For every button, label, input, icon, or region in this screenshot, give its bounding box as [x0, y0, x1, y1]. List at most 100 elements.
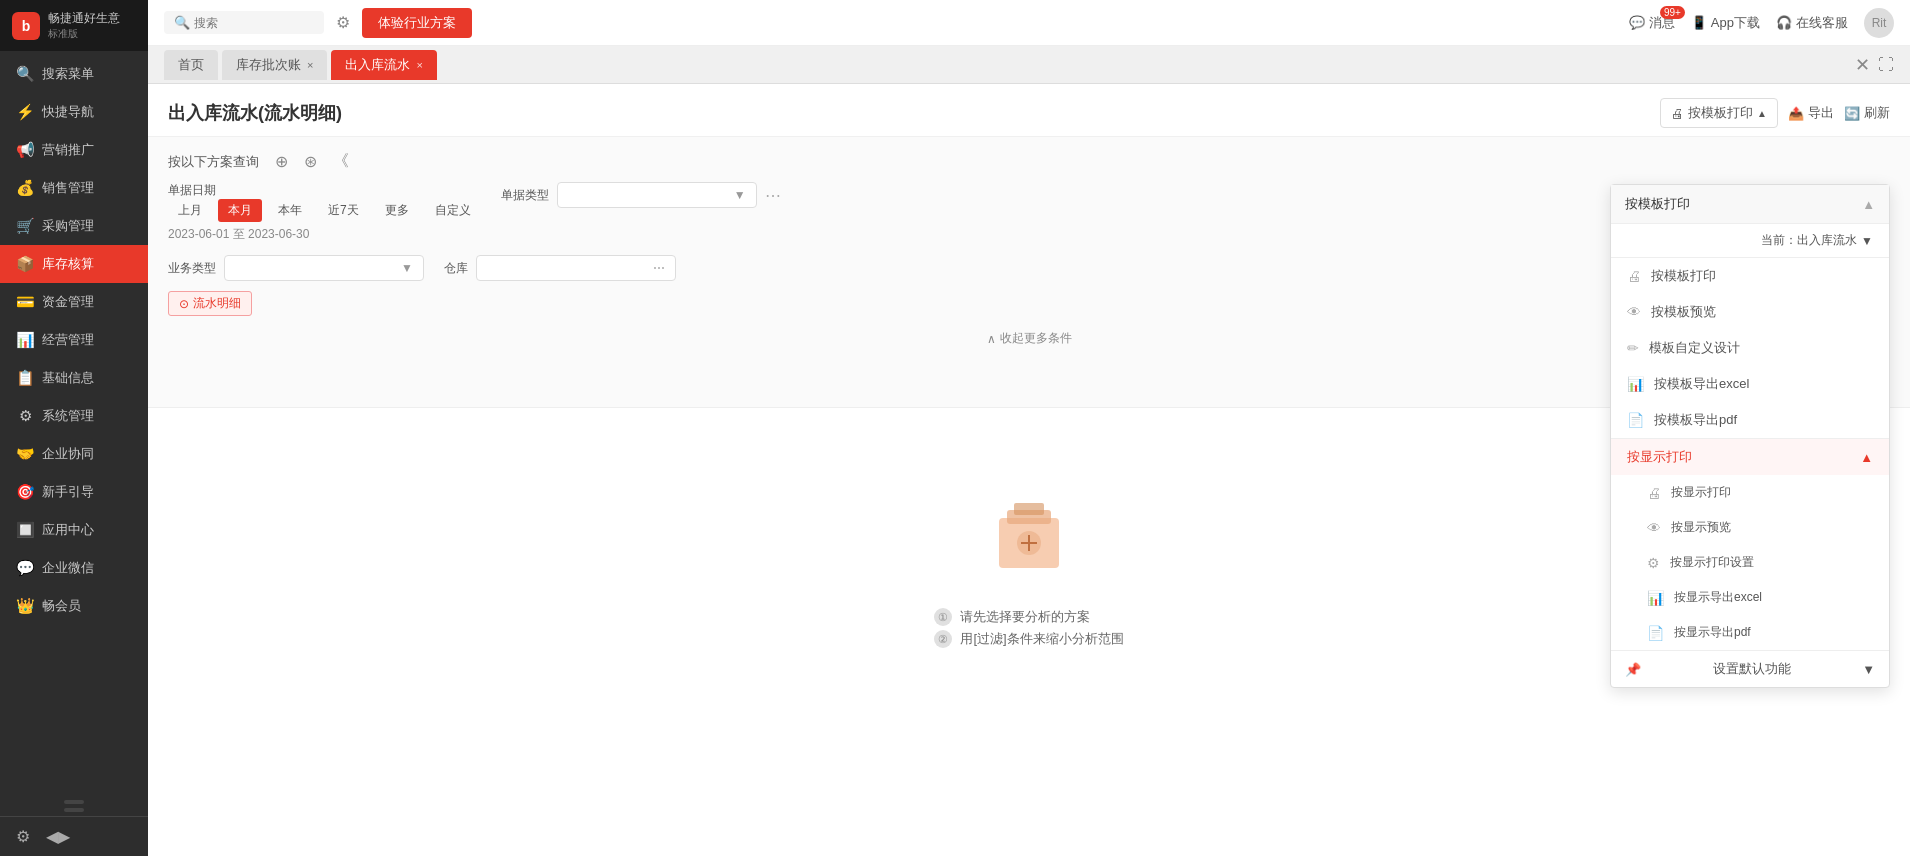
- preview-icon-2: 👁: [1647, 520, 1661, 536]
- date-presets: 上月 本月 本年 近7天 更多 自定义: [168, 199, 481, 222]
- doc-type-select[interactable]: ▼: [557, 182, 757, 208]
- business-type-section: 业务类型 ▼: [168, 255, 424, 281]
- tab-inventory-flow[interactable]: 出入库流水 ×: [331, 50, 436, 80]
- gear-icon[interactable]: ⚙: [336, 13, 350, 32]
- date-preset-more[interactable]: 更多: [375, 199, 419, 222]
- warehouse-label: 仓库: [444, 260, 468, 277]
- print-icon: 🖨: [1671, 106, 1684, 121]
- warehouse-more-icon: ⋯: [653, 261, 665, 275]
- message-badge: 99+: [1660, 6, 1685, 19]
- dropdown-display-print[interactable]: 🖨 按显示打印: [1611, 475, 1889, 510]
- dropdown-template-custom[interactable]: ✏ 模板自定义设计: [1611, 330, 1889, 366]
- app-center-icon: 🔲: [16, 521, 34, 539]
- dropdown-chevron-up[interactable]: ▲: [1862, 197, 1875, 212]
- design-icon: ✏: [1627, 340, 1639, 356]
- tab-inventory-batch[interactable]: 库存批次账 ×: [222, 50, 327, 80]
- settings-icon[interactable]: ⚙: [16, 827, 30, 846]
- dropdown-display-print-settings[interactable]: ⚙ 按显示打印设置: [1611, 545, 1889, 580]
- topbar: 🔍 ⚙ 体验行业方案 💬 消息 99+ 📱 App下载 🎧 在线客服 Rit: [148, 0, 1910, 46]
- display-section-chevron: ▲: [1860, 450, 1873, 465]
- phone-icon: 📱: [1691, 15, 1707, 30]
- sidebar-item-operation[interactable]: 📊 经营管理: [0, 321, 148, 359]
- sidebar-item-purchase[interactable]: 🛒 采购管理: [0, 207, 148, 245]
- page-title: 出入库流水(流水明细): [168, 101, 342, 125]
- dropdown-template-print[interactable]: 🖨 按模板打印: [1611, 258, 1889, 294]
- doc-type-section: 单据类型 ▼ ⋯: [501, 182, 781, 208]
- scroll-up[interactable]: [64, 800, 84, 804]
- tab-home[interactable]: 首页: [164, 50, 218, 80]
- trial-button[interactable]: 体验行业方案: [362, 8, 472, 38]
- sidebar-item-vip[interactable]: 👑 畅会员: [0, 587, 148, 625]
- sales-icon: 💰: [16, 179, 34, 197]
- section-chevron-icon: ▼: [1861, 234, 1873, 248]
- preview-icon-1: 👁: [1627, 304, 1641, 320]
- search-icon-topbar: 🔍: [174, 15, 190, 30]
- dropdown-display-export-pdf[interactable]: 📄 按显示导出pdf: [1611, 615, 1889, 650]
- sidebar-item-app-center[interactable]: 🔲 应用中心: [0, 511, 148, 549]
- user-avatar[interactable]: Rit: [1864, 8, 1894, 38]
- search-input[interactable]: [194, 16, 314, 30]
- date-preset-custom[interactable]: 自定义: [425, 199, 481, 222]
- empty-icon: [979, 488, 1079, 588]
- sidebar-item-guide[interactable]: 🎯 新手引导: [0, 473, 148, 511]
- sidebar-item-system[interactable]: ⚙ 系统管理: [0, 397, 148, 435]
- sidebar-nav: 🔍 搜索菜单 ⚡ 快捷导航 📢 营销推广 💰 销售管理 🛒 采购管理 📦 库存核…: [0, 51, 148, 796]
- message-btn[interactable]: 💬 消息 99+: [1629, 14, 1675, 32]
- sidebar-item-basic[interactable]: 📋 基础信息: [0, 359, 148, 397]
- add-filter-btn[interactable]: ⊕: [275, 152, 288, 171]
- empty-tips: ① 请先选择要分析的方案 ② 用[过滤]条件来缩小分析范围: [934, 604, 1123, 652]
- tab-close-inventory-flow[interactable]: ×: [416, 59, 422, 71]
- sidebar-item-wechat[interactable]: 💬 企业微信: [0, 549, 148, 587]
- filter-tag-water-detail[interactable]: ⊙ 流水明细: [168, 291, 252, 316]
- sidebar-item-sales[interactable]: 💰 销售管理: [0, 169, 148, 207]
- date-preset-last-month[interactable]: 上月: [168, 199, 212, 222]
- dropdown-display-preview[interactable]: 👁 按显示预览: [1611, 510, 1889, 545]
- filter-section-label: 按以下方案查询: [168, 153, 259, 171]
- refresh-button[interactable]: 🔄 刷新: [1844, 104, 1890, 122]
- tabs-actions: ✕ ⛶: [1855, 54, 1894, 76]
- sidebar-footer: ⚙ ◀▶: [0, 816, 148, 856]
- expand-tabs-icon[interactable]: ⛶: [1878, 56, 1894, 74]
- app-download-btn[interactable]: 📱 App下载: [1691, 14, 1760, 32]
- vip-icon: 👑: [16, 597, 34, 615]
- excel-icon-2: 📊: [1647, 590, 1664, 606]
- tab-close-inventory-batch[interactable]: ×: [307, 59, 313, 71]
- finance-icon: 💳: [16, 293, 34, 311]
- date-preset-this-month[interactable]: 本月: [218, 199, 262, 222]
- tip-num-2: ②: [934, 630, 952, 648]
- date-preset-7-days[interactable]: 近7天: [318, 199, 369, 222]
- sidebar-item-finance[interactable]: 💳 资金管理: [0, 283, 148, 321]
- topbar-search-box[interactable]: 🔍: [164, 11, 324, 34]
- date-preset-this-year[interactable]: 本年: [268, 199, 312, 222]
- page-header: 出入库流水(流水明细) 🖨 按模板打印 ▲ 📤 导出 🔄 刷新: [148, 84, 1910, 137]
- printer-icon-1: 🖨: [1627, 268, 1641, 284]
- warehouse-select[interactable]: ⋯: [476, 255, 676, 281]
- export-button[interactable]: 📤 导出: [1788, 104, 1834, 122]
- sidebar-item-quick-nav[interactable]: ⚡ 快捷导航: [0, 93, 148, 131]
- settings-filter-btn[interactable]: ⊛: [304, 152, 317, 171]
- date-range-display: 2023-06-01 至 2023-06-30: [168, 226, 481, 243]
- scroll-down[interactable]: [64, 808, 84, 812]
- print-template-button[interactable]: 🖨 按模板打印 ▲: [1660, 98, 1778, 128]
- dropdown-display-export-excel[interactable]: 📊 按显示导出excel: [1611, 580, 1889, 615]
- sidebar-item-cooperation[interactable]: 🤝 企业协同: [0, 435, 148, 473]
- doc-type-more-icon[interactable]: ⋯: [765, 186, 781, 205]
- sidebar-item-marketing[interactable]: 📢 营销推广: [0, 131, 148, 169]
- guide-icon: 🎯: [16, 483, 34, 501]
- dropdown-display-print-section[interactable]: 按显示打印 ▲: [1611, 439, 1889, 475]
- dropdown-set-default[interactable]: 📌 设置默认功能 ▼: [1611, 650, 1889, 687]
- dropdown-template-export-excel[interactable]: 📊 按模板导出excel: [1611, 366, 1889, 402]
- collapse-icon[interactable]: ◀▶: [46, 827, 70, 846]
- dropdown-template-preview[interactable]: 👁 按模板预览: [1611, 294, 1889, 330]
- sidebar-item-inventory[interactable]: 📦 库存核算: [0, 245, 148, 283]
- empty-tip-1: ① 请先选择要分析的方案: [934, 608, 1123, 626]
- business-type-select[interactable]: ▼: [224, 255, 424, 281]
- close-all-tabs-icon[interactable]: ✕: [1855, 54, 1870, 76]
- collapse-filter-btn[interactable]: 《: [333, 151, 349, 172]
- pdf-icon-2: 📄: [1647, 625, 1664, 641]
- sidebar-item-search[interactable]: 🔍 搜索菜单: [0, 55, 148, 93]
- topbar-right: 💬 消息 99+ 📱 App下载 🎧 在线客服 Rit: [1629, 8, 1894, 38]
- online-service-btn[interactable]: 🎧 在线客服: [1776, 14, 1848, 32]
- dropdown-template-export-pdf[interactable]: 📄 按模板导出pdf: [1611, 402, 1889, 438]
- search-icon: 🔍: [16, 65, 34, 83]
